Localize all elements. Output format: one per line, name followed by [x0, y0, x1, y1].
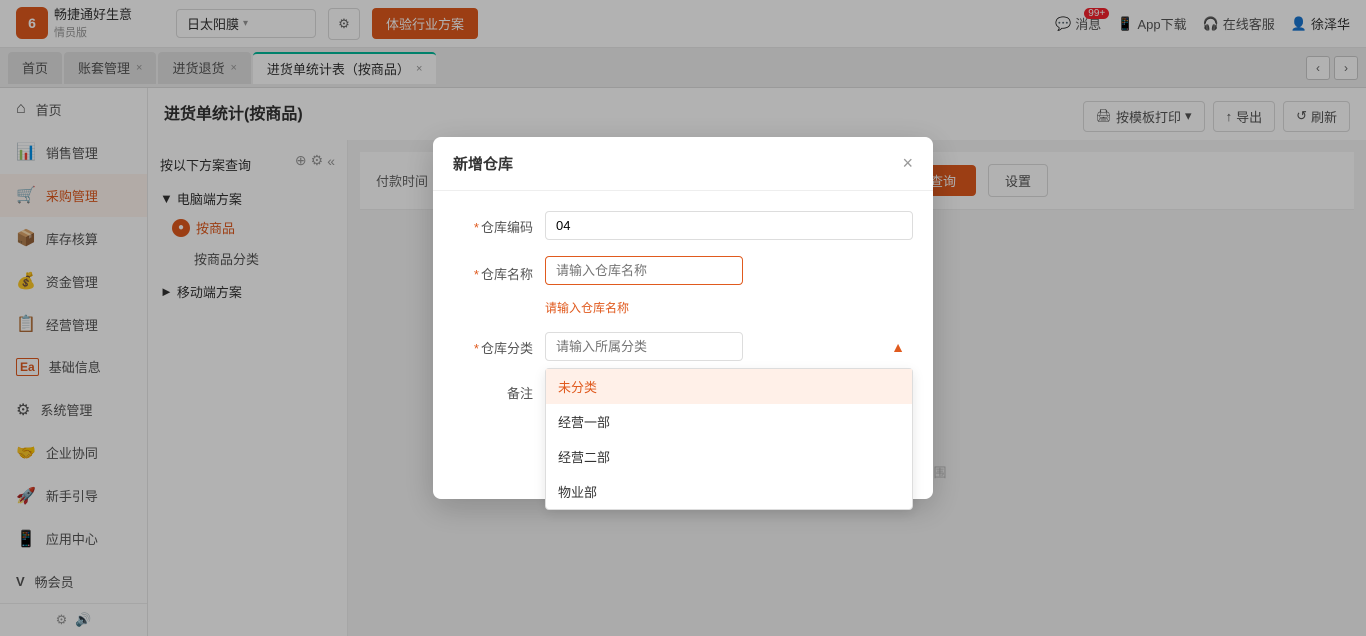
modal-close-button[interactable]: ×	[902, 153, 913, 174]
name-input[interactable]	[545, 256, 743, 285]
dropdown-item-3[interactable]: 物业部	[546, 474, 912, 509]
modal-body: *仓库编码 *仓库名称 请输入仓库名称	[433, 191, 933, 442]
category-input-wrapper: ▲ 未分类 经营一部 经营二部 物业部	[545, 332, 913, 361]
name-error-msg: 请输入仓库名称	[545, 301, 629, 315]
form-row-category: *仓库分类 ▲ 未分类 经营一部 经营二部 物业部	[453, 332, 913, 361]
note-label: 备注	[453, 377, 533, 402]
name-label: *仓库名称	[453, 258, 533, 283]
category-dropdown-arrow[interactable]: ▲	[891, 339, 905, 355]
code-label: *仓库编码	[453, 211, 533, 236]
new-warehouse-modal: 新增仓库 × *仓库编码 *仓库名称	[433, 137, 933, 499]
form-row-code: *仓库编码	[453, 211, 913, 240]
dropdown-item-2[interactable]: 经营二部	[546, 439, 912, 474]
dropdown-item-1[interactable]: 经营一部	[546, 404, 912, 439]
name-input-wrapper	[545, 256, 913, 285]
modal-overlay: 新增仓库 × *仓库编码 *仓库名称	[0, 0, 1366, 636]
category-input[interactable]	[545, 332, 743, 361]
form-row-name: *仓库名称 请输入仓库名称	[453, 256, 913, 316]
category-dropdown: 未分类 经营一部 经营二部 物业部	[545, 368, 913, 510]
code-input[interactable]	[545, 211, 913, 240]
modal-title: 新增仓库	[453, 153, 513, 174]
category-label: *仓库分类	[453, 332, 533, 357]
dropdown-item-0[interactable]: 未分类	[546, 369, 912, 404]
modal-header: 新增仓库 ×	[433, 137, 933, 191]
